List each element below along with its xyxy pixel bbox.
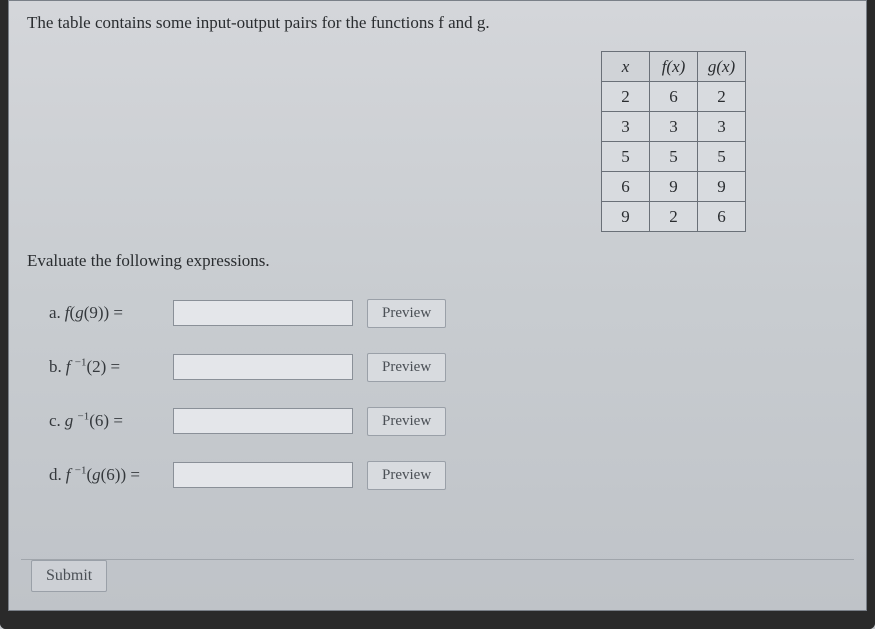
cell: 2 [650,202,698,232]
divider-line [21,559,854,560]
question-label: a.f(g(9)) = [49,303,169,323]
preview-button-a[interactable]: Preview [367,299,446,328]
cell: 3 [602,112,650,142]
table-header-x: x [602,52,650,82]
answer-input-b[interactable] [173,354,353,380]
cell: 9 [698,172,746,202]
submit-button[interactable]: Submit [31,560,107,592]
preview-button-d[interactable]: Preview [367,461,446,490]
table-row: 2 6 2 [602,82,746,112]
table-row: 5 5 5 [602,142,746,172]
cell: 5 [698,142,746,172]
cell: 9 [602,202,650,232]
table-row: 9 2 6 [602,202,746,232]
table-header-gx: g(x) [698,52,746,82]
question-label: c.g −1(6) = [49,411,169,432]
cell: 2 [602,82,650,112]
table-row: 3 3 3 [602,112,746,142]
instruction-text: The table contains some input-output pai… [27,13,848,33]
question-b: b.f −1(2) = Preview [49,351,446,383]
function-table: x f(x) g(x) 2 6 2 3 3 3 5 5 5 6 [601,51,746,232]
cell: 6 [602,172,650,202]
question-label: b.f −1(2) = [49,357,169,378]
table-header-fx: f(x) [650,52,698,82]
preview-button-b[interactable]: Preview [367,353,446,382]
cell: 3 [698,112,746,142]
evaluate-heading: Evaluate the following expressions. [27,251,270,271]
question-a: a.f(g(9)) = Preview [49,297,446,329]
answer-input-d[interactable] [173,462,353,488]
cell: 9 [650,172,698,202]
cell: 3 [650,112,698,142]
cell: 6 [698,202,746,232]
question-label: d.f −1(g(6)) = [49,465,169,486]
problem-panel: The table contains some input-output pai… [8,0,867,611]
table-row: 6 9 9 [602,172,746,202]
cell: 5 [650,142,698,172]
question-c: c.g −1(6) = Preview [49,405,446,437]
preview-button-c[interactable]: Preview [367,407,446,436]
cell: 6 [650,82,698,112]
answer-input-a[interactable] [173,300,353,326]
question-d: d.f −1(g(6)) = Preview [49,459,446,491]
questions-list: a.f(g(9)) = Preview b.f −1(2) = Preview … [49,297,446,513]
cell: 5 [602,142,650,172]
answer-input-c[interactable] [173,408,353,434]
cell: 2 [698,82,746,112]
